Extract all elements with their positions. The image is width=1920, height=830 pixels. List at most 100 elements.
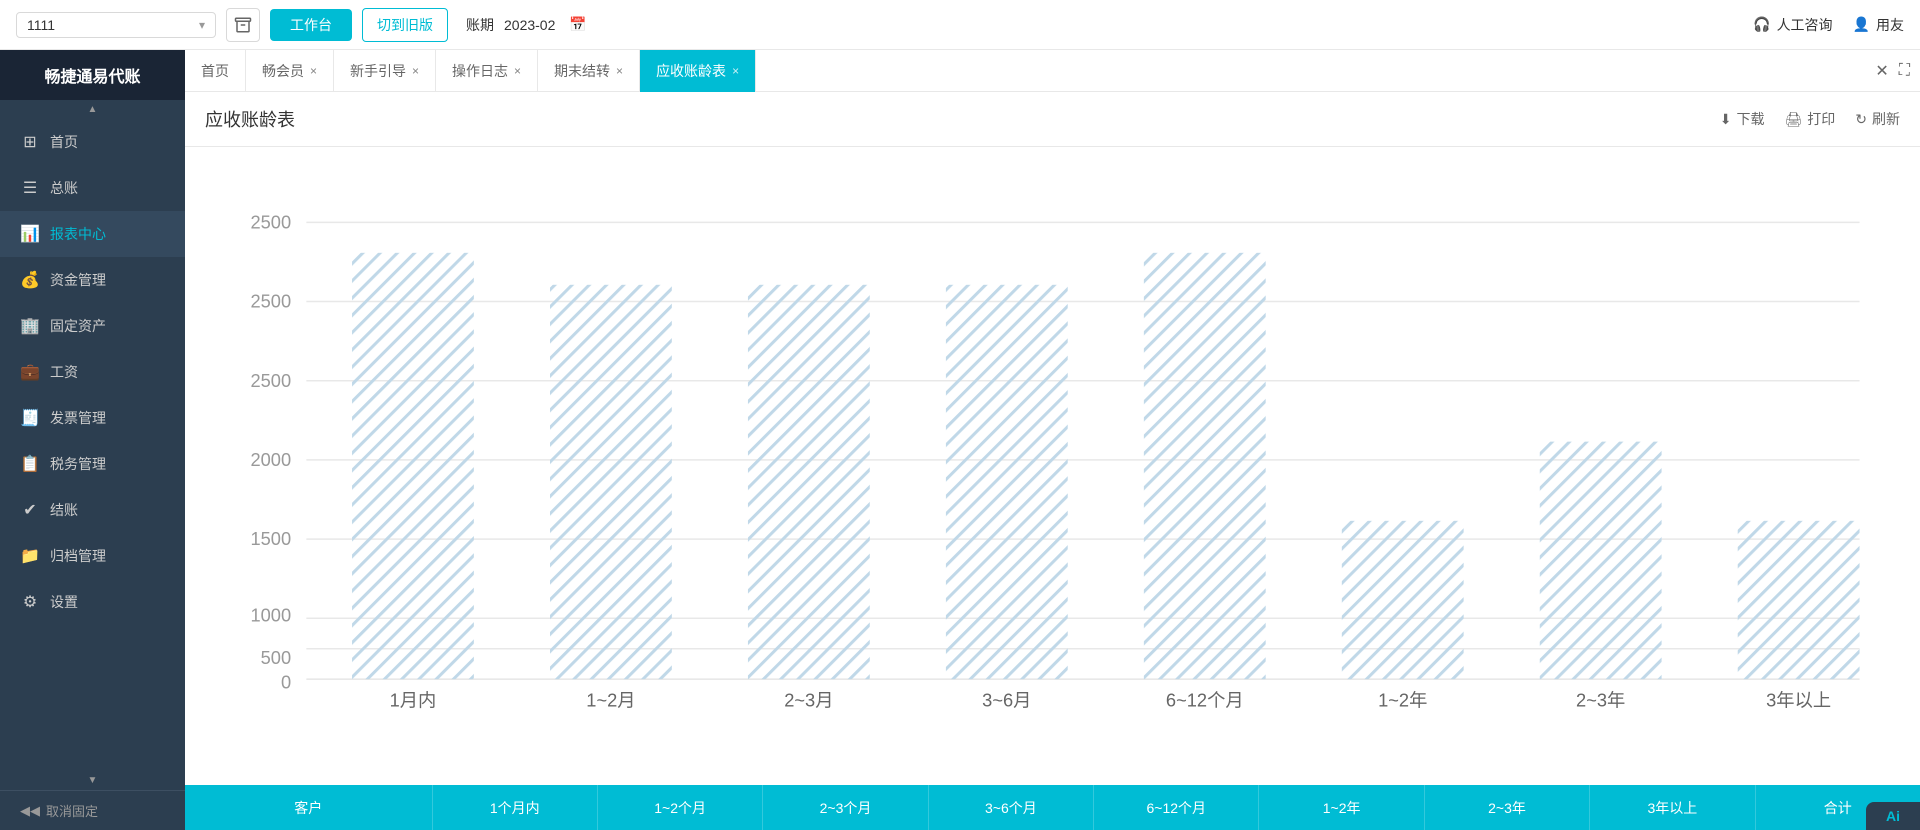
sidebar-item-settle[interactable]: ✔ 结账 — [0, 487, 185, 533]
scroll-up-indicator[interactable]: ▲ — [0, 100, 185, 119]
tab-close-aging[interactable]: × — [732, 64, 739, 78]
sidebar-label-settings: 设置 — [50, 592, 78, 612]
sidebar-label-tax: 税务管理 — [50, 454, 106, 474]
sidebar-item-archive[interactable]: 📁 归档管理 — [0, 533, 185, 579]
tab-close-member[interactable]: × — [310, 64, 317, 78]
refresh-label: 刷新 — [1872, 109, 1900, 129]
svg-text:2500: 2500 — [250, 211, 291, 232]
chevron-down-icon: ▾ — [199, 18, 205, 32]
cancel-fixed-button[interactable]: ◀◀ 取消固定 — [0, 790, 185, 830]
bar-jan — [352, 253, 474, 679]
col-2-3m: 2~3个月 — [763, 785, 928, 830]
main-layout: 畅捷通易代账 ▲ ⊞ 首页 ☰ 总账 📊 报表中心 💰 资金管理 🏢 — [0, 50, 1920, 830]
tab-close-guide[interactable]: × — [412, 64, 419, 78]
sidebar-item-invoice[interactable]: 🧾 发票管理 — [0, 395, 185, 441]
chevron-up-icon: ▲ — [88, 104, 98, 115]
tab-label-home: 首页 — [201, 61, 229, 81]
download-label: 下载 — [1736, 109, 1764, 129]
tab-close-period-close[interactable]: × — [616, 64, 623, 78]
tab-close-log[interactable]: × — [514, 64, 521, 78]
settings-icon: ⚙ — [20, 592, 40, 612]
tab-period-close[interactable]: 期末结转 × — [538, 50, 640, 92]
col-1-2m: 1~2个月 — [598, 785, 763, 830]
tab-guide[interactable]: 新手引导 × — [334, 50, 436, 92]
assets-icon: 🏢 — [20, 316, 40, 336]
header-right: 🎧 人工咨询 👤 用友 — [1753, 15, 1904, 35]
chart-area: 2500 2500 2500 2000 1500 1000 500 0 — [185, 147, 1920, 785]
print-button[interactable]: 🖨 打印 — [1784, 109, 1835, 129]
svg-text:3~6月: 3~6月 — [982, 690, 1031, 711]
bar-2-3 — [748, 285, 870, 679]
svg-text:1~2月: 1~2月 — [586, 690, 635, 711]
svg-text:1~2年: 1~2年 — [1378, 690, 1427, 711]
tab-member[interactable]: 畅会员 × — [246, 50, 334, 92]
download-button[interactable]: ⬇ 下载 — [1720, 109, 1765, 129]
svg-text:0: 0 — [281, 671, 291, 692]
avatar-icon: 👤 — [1853, 16, 1870, 33]
ai-label: Ai — [1886, 808, 1900, 824]
sidebar-item-salary[interactable]: 💼 工资 — [0, 349, 185, 395]
bar-6-12 — [1144, 253, 1266, 679]
pin-icon: ◀◀ — [20, 803, 40, 819]
col-2-3yr: 2~3年 — [1425, 785, 1590, 830]
user-button[interactable]: 👤 用友 — [1853, 15, 1904, 35]
scroll-down-indicator[interactable]: ▼ — [0, 771, 185, 790]
sidebar-item-assets[interactable]: 🏢 固定资产 — [0, 303, 185, 349]
svg-text:2000: 2000 — [250, 449, 291, 470]
sidebar-item-tax[interactable]: 📋 税务管理 — [0, 441, 185, 487]
print-label: 打印 — [1807, 109, 1835, 129]
ledger-icon: ☰ — [20, 178, 40, 198]
sidebar-label-settle: 结账 — [50, 500, 78, 520]
top-header: 1111 ▾ 工作台 切到旧版 账期 2023-02 📅 🎧 人工咨询 👤 用友 — [0, 0, 1920, 50]
archive-icon-btn[interactable] — [226, 8, 260, 42]
tab-log[interactable]: 操作日志 × — [436, 50, 538, 92]
svg-text:2~3年: 2~3年 — [1576, 690, 1625, 711]
company-selector[interactable]: 1111 ▾ — [16, 12, 216, 38]
svg-text:2500: 2500 — [250, 370, 291, 391]
ai-badge[interactable]: Ai — [1866, 802, 1920, 830]
calendar-icon[interactable]: 📅 — [569, 16, 586, 33]
tabs-bar: 首页 畅会员 × 新手引导 × 操作日志 × 期末结转 × 应收账龄表 × — [185, 50, 1920, 92]
sidebar-item-ledger[interactable]: ☰ 总账 — [0, 165, 185, 211]
settle-icon: ✔ — [20, 500, 40, 520]
sidebar-label-assets: 固定资产 — [50, 316, 106, 336]
period-value: 2023-02 — [504, 17, 555, 33]
salary-icon: 💼 — [20, 362, 40, 382]
consult-button[interactable]: 🎧 人工咨询 — [1753, 15, 1832, 35]
col-3-6m: 3~6个月 — [929, 785, 1094, 830]
refresh-button[interactable]: ↻ 刷新 — [1855, 109, 1900, 129]
download-icon: ⬇ — [1720, 111, 1732, 128]
page-actions: ⬇ 下载 🖨 打印 ↻ 刷新 — [1720, 109, 1900, 129]
sidebar-item-home[interactable]: ⊞ 首页 — [0, 119, 185, 165]
sidebar-label-funds: 资金管理 — [50, 270, 106, 290]
sidebar-label-ledger: 总账 — [50, 178, 78, 198]
refresh-icon: ↻ — [1855, 111, 1867, 128]
col-1m: 1个月内 — [433, 785, 598, 830]
svg-text:3年以上: 3年以上 — [1766, 690, 1831, 711]
bar-2-3yr — [1540, 442, 1662, 680]
tab-label-aging: 应收账龄表 — [656, 61, 726, 81]
bar-1-2yr — [1342, 521, 1464, 679]
reports-icon: 📊 — [20, 224, 40, 244]
bar-1-2 — [550, 285, 672, 679]
sidebar-item-funds[interactable]: 💰 资金管理 — [0, 257, 185, 303]
sidebar-item-settings[interactable]: ⚙ 设置 — [0, 579, 185, 625]
invoice-icon: 🧾 — [20, 408, 40, 428]
tabs-actions: ✕ ⛶ — [1865, 61, 1920, 81]
tab-label-log: 操作日志 — [452, 61, 508, 81]
svg-text:6~12个月: 6~12个月 — [1166, 690, 1244, 711]
close-all-icon[interactable]: ✕ — [1875, 61, 1888, 81]
tab-home[interactable]: 首页 — [185, 50, 246, 92]
expand-icon[interactable]: ⛶ — [1899, 62, 1910, 80]
sidebar-item-reports[interactable]: 📊 报表中心 — [0, 211, 185, 257]
tax-icon: 📋 — [20, 454, 40, 474]
page-content: 应收账龄表 ⬇ 下载 🖨 打印 ↻ 刷新 — [185, 92, 1920, 830]
tab-aging[interactable]: 应收账龄表 × — [640, 50, 756, 92]
bar-3yr-plus — [1738, 521, 1860, 679]
period-label: 账期 — [466, 15, 494, 35]
workbench-button[interactable]: 工作台 — [270, 9, 352, 41]
switch-version-button[interactable]: 切到旧版 — [362, 8, 448, 42]
svg-text:2500: 2500 — [250, 291, 291, 312]
funds-icon: 💰 — [20, 270, 40, 290]
svg-text:500: 500 — [261, 647, 291, 668]
